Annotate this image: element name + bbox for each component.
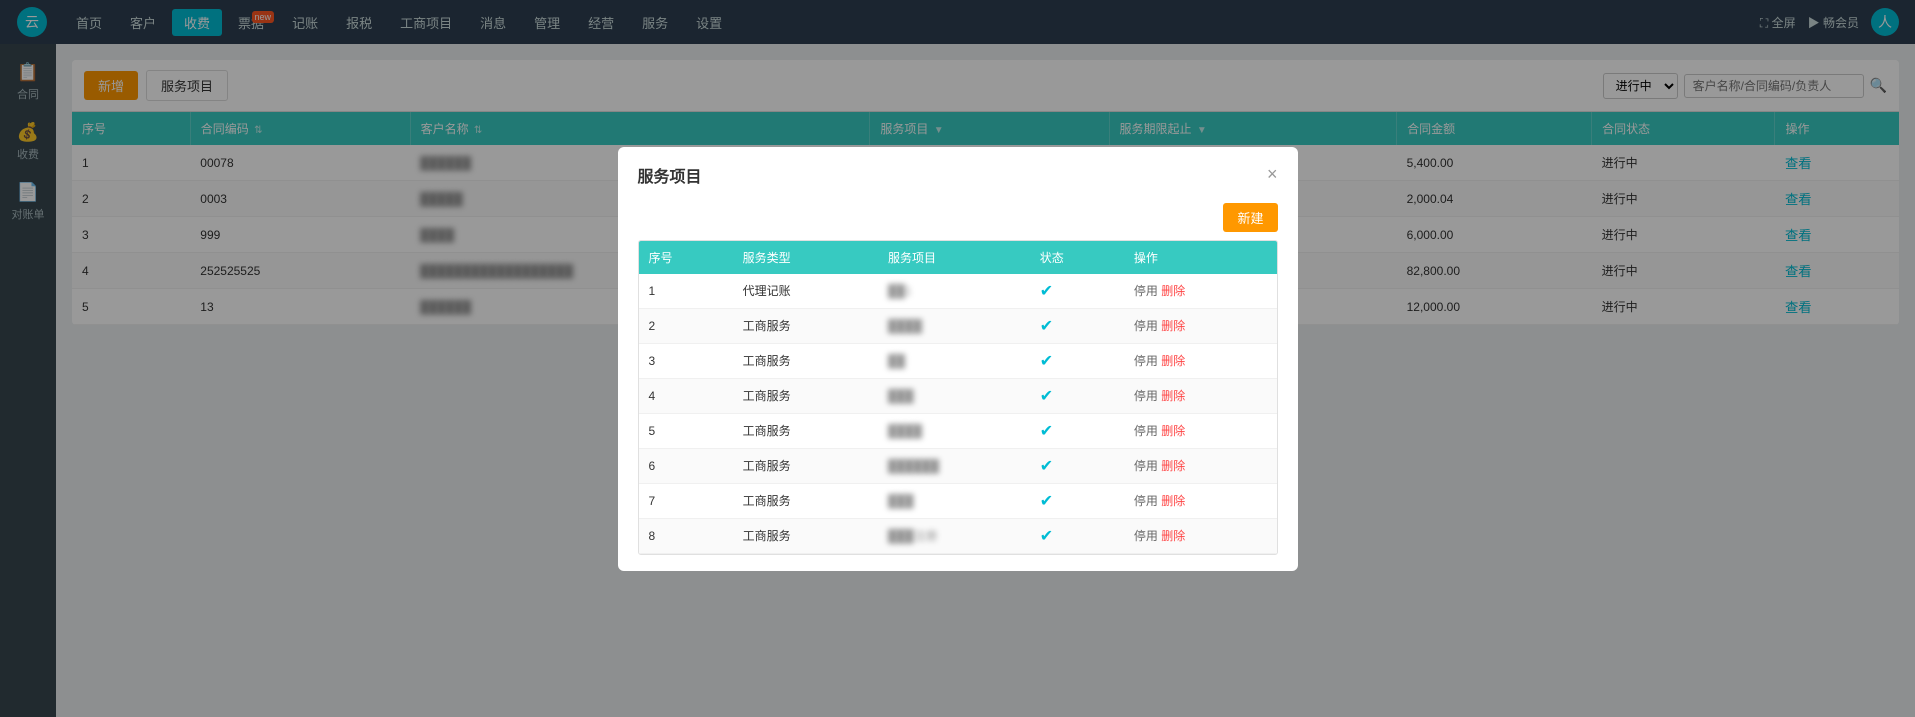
modal-cell-status: ✔ xyxy=(1030,343,1124,378)
status-check-icon: ✔ xyxy=(1040,528,1053,545)
modal-cell-item: ██████ xyxy=(878,448,1030,483)
stop-button[interactable]: 停用 xyxy=(1134,317,1158,334)
modal-cell-type: 工商服务 xyxy=(733,413,878,448)
modal-cell-type: 工商服务 xyxy=(733,308,878,343)
modal-header: 服务项目 × xyxy=(618,147,1298,195)
modal-cell-item: ███注册 xyxy=(878,518,1030,553)
stop-button[interactable]: 停用 xyxy=(1134,492,1158,509)
stop-button[interactable]: 停用 xyxy=(1134,282,1158,299)
modal-col-item: 服务项目 xyxy=(878,241,1030,274)
modal-col-index: 序号 xyxy=(639,241,733,274)
modal-table-row: 8 工商服务 ███注册 ✔ 停用 删除 xyxy=(639,518,1277,553)
modal-cell-action: 停用 删除 xyxy=(1124,274,1277,309)
modal-cell-type: 工商服务 xyxy=(733,448,878,483)
modal-col-type: 服务类型 xyxy=(733,241,878,274)
modal-cell-type: 工商服务 xyxy=(733,378,878,413)
status-check-icon: ✔ xyxy=(1040,318,1053,335)
status-check-icon: ✔ xyxy=(1040,353,1053,370)
modal-cell-status: ✔ xyxy=(1030,448,1124,483)
modal-cell-status: ✔ xyxy=(1030,518,1124,553)
modal-cell-action: 停用 删除 xyxy=(1124,448,1277,483)
stop-button[interactable]: 停用 xyxy=(1134,422,1158,439)
modal-cell-item: ██ xyxy=(878,343,1030,378)
modal-table-row: 5 工商服务 ████ ✔ 停用 删除 xyxy=(639,413,1277,448)
status-check-icon: ✔ xyxy=(1040,458,1053,475)
modal-table-wrap[interactable]: 序号 服务类型 服务项目 状态 操作 1 代理记账 ██1 ✔ 停用 删除 2 xyxy=(638,240,1278,555)
modal-col-status: 状态 xyxy=(1030,241,1124,274)
modal-overlay[interactable]: 服务项目 × 新建 序号 服务类型 服务项目 状态 操作 xyxy=(0,0,1915,717)
delete-button[interactable]: 删除 xyxy=(1161,317,1185,334)
modal-table-row: 7 工商服务 ███ ✔ 停用 删除 xyxy=(639,483,1277,518)
delete-button[interactable]: 删除 xyxy=(1161,422,1185,439)
modal-cell-type: 代理记账 xyxy=(733,274,878,309)
modal-cell-item: ███ xyxy=(878,378,1030,413)
modal-cell-action: 停用 删除 xyxy=(1124,413,1277,448)
service-modal: 服务项目 × 新建 序号 服务类型 服务项目 状态 操作 xyxy=(618,147,1298,571)
modal-cell-index: 8 xyxy=(639,518,733,553)
modal-title: 服务项目 xyxy=(638,163,702,187)
status-check-icon: ✔ xyxy=(1040,423,1053,440)
modal-cell-status: ✔ xyxy=(1030,483,1124,518)
modal-table-row: 2 工商服务 ████ ✔ 停用 删除 xyxy=(639,308,1277,343)
modal-cell-item: ██1 xyxy=(878,274,1030,309)
modal-cell-item: ████ xyxy=(878,308,1030,343)
delete-button[interactable]: 删除 xyxy=(1161,457,1185,474)
modal-table-row: 1 代理记账 ██1 ✔ 停用 删除 xyxy=(639,274,1277,309)
modal-cell-type: 工商服务 xyxy=(733,483,878,518)
modal-cell-status: ✔ xyxy=(1030,413,1124,448)
delete-button[interactable]: 删除 xyxy=(1161,352,1185,369)
modal-cell-item: ████ xyxy=(878,413,1030,448)
modal-cell-action: 停用 删除 xyxy=(1124,518,1277,553)
modal-cell-status: ✔ xyxy=(1030,378,1124,413)
modal-table-row: 6 工商服务 ██████ ✔ 停用 删除 xyxy=(639,448,1277,483)
delete-button[interactable]: 删除 xyxy=(1161,282,1185,299)
modal-cell-index: 3 xyxy=(639,343,733,378)
stop-button[interactable]: 停用 xyxy=(1134,457,1158,474)
modal-new-button[interactable]: 新建 xyxy=(1223,203,1277,232)
status-check-icon: ✔ xyxy=(1040,283,1053,300)
modal-cell-action: 停用 删除 xyxy=(1124,483,1277,518)
status-check-icon: ✔ xyxy=(1040,493,1053,510)
modal-cell-index: 1 xyxy=(639,274,733,309)
delete-button[interactable]: 删除 xyxy=(1161,492,1185,509)
modal-cell-status: ✔ xyxy=(1030,308,1124,343)
modal-cell-index: 2 xyxy=(639,308,733,343)
delete-button[interactable]: 删除 xyxy=(1161,387,1185,404)
modal-cell-item: ███ xyxy=(878,483,1030,518)
modal-table-row: 4 工商服务 ███ ✔ 停用 删除 xyxy=(639,378,1277,413)
modal-cell-action: 停用 删除 xyxy=(1124,308,1277,343)
modal-table-row: 3 工商服务 ██ ✔ 停用 删除 xyxy=(639,343,1277,378)
modal-cell-type: 工商服务 xyxy=(733,343,878,378)
modal-cell-index: 7 xyxy=(639,483,733,518)
delete-button[interactable]: 删除 xyxy=(1161,527,1185,544)
modal-cell-index: 5 xyxy=(639,413,733,448)
stop-button[interactable]: 停用 xyxy=(1134,527,1158,544)
modal-service-table: 序号 服务类型 服务项目 状态 操作 1 代理记账 ██1 ✔ 停用 删除 2 xyxy=(639,241,1277,554)
stop-button[interactable]: 停用 xyxy=(1134,352,1158,369)
modal-cell-index: 4 xyxy=(639,378,733,413)
modal-cell-index: 6 xyxy=(639,448,733,483)
modal-body: 新建 序号 服务类型 服务项目 状态 操作 1 代理记账 █ xyxy=(618,195,1298,571)
modal-close-button[interactable]: × xyxy=(1267,164,1278,185)
status-check-icon: ✔ xyxy=(1040,388,1053,405)
modal-col-action: 操作 xyxy=(1124,241,1277,274)
modal-cell-action: 停用 删除 xyxy=(1124,378,1277,413)
modal-cell-action: 停用 删除 xyxy=(1124,343,1277,378)
modal-cell-type: 工商服务 xyxy=(733,518,878,553)
stop-button[interactable]: 停用 xyxy=(1134,387,1158,404)
modal-toolbar: 新建 xyxy=(638,195,1278,240)
modal-cell-status: ✔ xyxy=(1030,274,1124,309)
